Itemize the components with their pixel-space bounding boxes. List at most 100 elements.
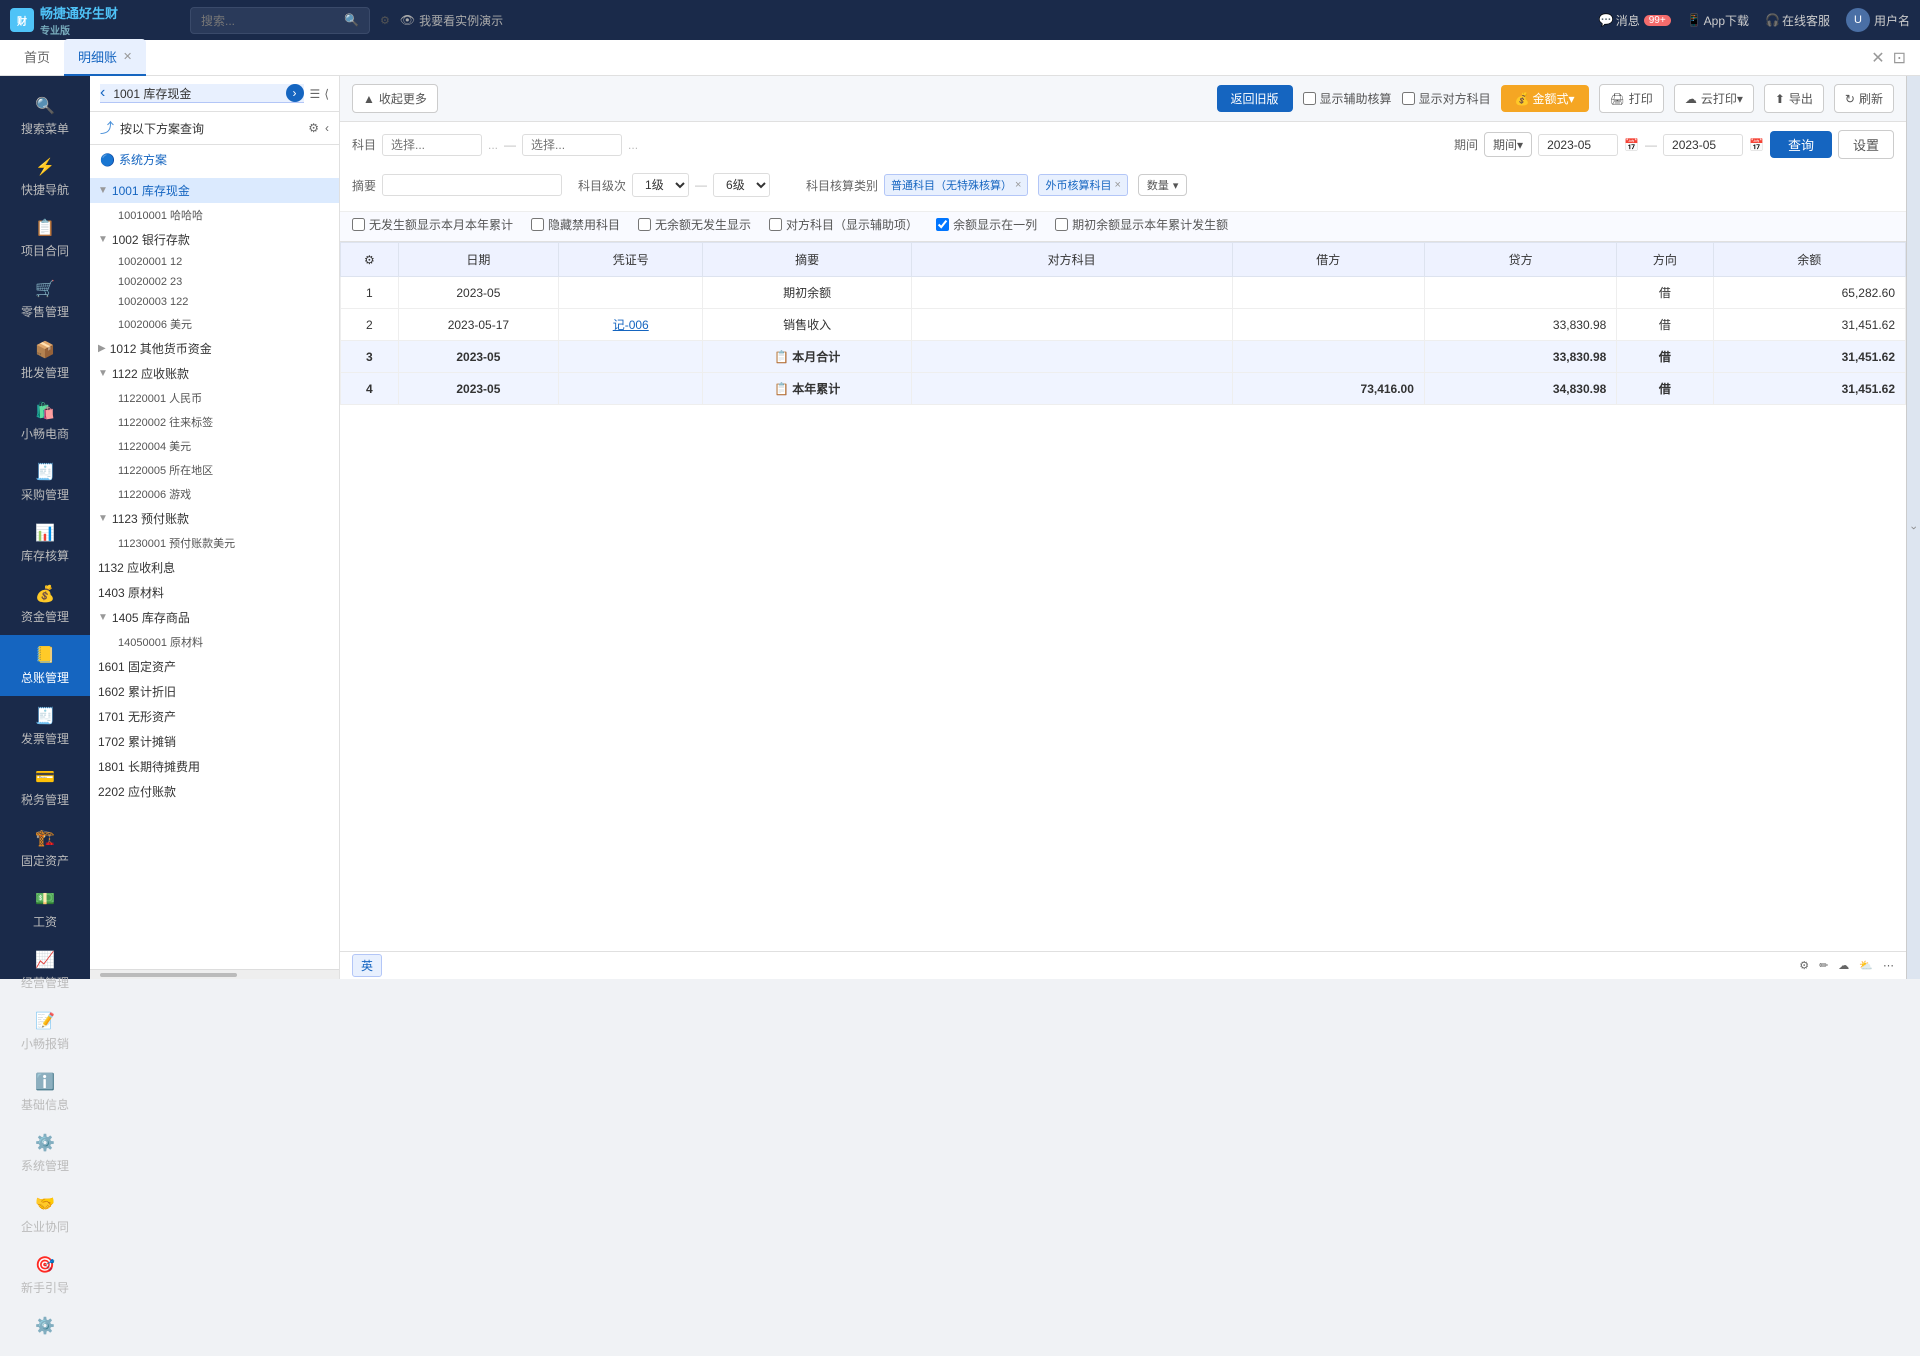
print-btn[interactable]: 🖨 打印 [1599,84,1664,113]
sidebar-item-ecommerce[interactable]: 🛍️ 小畅电商 [0,391,90,452]
online-service-btn[interactable]: 🎧 在线客服 [1765,12,1830,29]
level-to-select[interactable]: 6级 [713,173,770,197]
subject-input2[interactable] [522,134,622,156]
tree-node-1002[interactable]: ▼ 1002 银行存款 [90,227,339,252]
tree-node-1702[interactable]: 1702 累计摊销 [90,729,339,754]
gold-format-btn[interactable]: 💰 金额式▾ [1501,85,1589,112]
period-from-input[interactable] [1538,134,1618,156]
export-btn[interactable]: ⬆ 导出 [1764,84,1824,113]
tree-node-11220005[interactable]: 11220005 所在地区 [90,458,339,482]
window-maximize-btn[interactable]: ⊡ [1889,48,1910,68]
sidebar-item-capital-mgmt[interactable]: 💰 资金管理 [0,574,90,635]
tree-node-11220006[interactable]: 11220006 游戏 [90,482,339,506]
tree-node-1601[interactable]: 1601 固定资产 [90,654,339,679]
show-aux-checkbox[interactable] [1303,92,1316,105]
sidebar-item-new-guide[interactable]: 🎯 新手引导 [0,1245,90,1306]
no-balance2-cb[interactable] [638,218,651,231]
hide-disabled-cb[interactable] [531,218,544,231]
no-balance-cb[interactable] [352,218,365,231]
tree-node-14050001[interactable]: 14050001 原材料 [90,630,339,654]
tree-node-2202[interactable]: 2202 应付账款 [90,779,339,804]
tree-node-1132[interactable]: 1132 应收利息 [90,555,339,580]
refresh-btn[interactable]: ↻ 刷新 [1834,84,1894,113]
notification-btn[interactable]: 💬 消息 99+ [1599,12,1671,29]
bottom-more-icon[interactable]: ⋯ [1883,959,1894,972]
tree-node-1122[interactable]: ▼ 1122 应收账款 [90,361,339,386]
bottom-settings-icon[interactable]: ⚙ [1799,959,1809,972]
tab-detail[interactable]: 明细账 ✕ [64,39,146,76]
demo-link[interactable]: 👁 我要看实例演示 [400,12,503,29]
sidebar-item-tax-mgmt[interactable]: 💳 税务管理 [0,757,90,818]
show-opposite-checkbox[interactable] [1402,92,1415,105]
collapse-more-btn[interactable]: ▲ 收起更多 [352,84,438,113]
tab-home[interactable]: 首页 [10,39,64,76]
voucher-link-2[interactable]: 记-006 [613,318,649,332]
tree-node-1001[interactable]: ▼ 1001 库存现金 [90,178,339,203]
tree-collapse-icon[interactable]: ⟨ [324,87,329,101]
bottom-cloud2-icon[interactable]: ⛅ [1859,959,1873,972]
sidebar-item-purchase-mgmt[interactable]: 🧾 采购管理 [0,452,90,513]
tree-node-1123[interactable]: ▼ 1123 预付账款 [90,506,339,531]
bottom-edit-icon[interactable]: ✏ [1819,959,1828,972]
user-btn[interactable]: U 用户名 [1846,8,1910,32]
quantity-dropdown-btn[interactable]: 数量 ▾ [1138,174,1188,196]
sidebar-item-sales-report[interactable]: 📝 小畅报销 [0,1001,90,1062]
settings-btn[interactable]: 设置 [1838,130,1894,159]
tree-node-11220001[interactable]: 11220001 人民币 [90,386,339,410]
account-nav-next[interactable]: › [286,84,304,102]
cloud-print-btn[interactable]: ☁ 云打印▾ [1674,84,1754,113]
app-download-btn[interactable]: 📱 App下载 [1687,12,1749,29]
tree-node-10020003[interactable]: 10020003 122 [90,292,339,312]
window-close-btn[interactable]: ✕ [1867,48,1888,68]
right-expand-panel[interactable]: › [1906,76,1920,979]
show-cumulative-cb[interactable] [1055,218,1068,231]
tree-node-11220002[interactable]: 11220002 往来标签 [90,410,339,434]
query-settings-icon[interactable]: ⚙ [308,121,319,135]
tree-node-11220004[interactable]: 11220004 美元 [90,434,339,458]
tree-node-1403[interactable]: 1403 原材料 [90,580,339,605]
tab-close-icon[interactable]: ✕ [123,50,132,63]
sidebar-item-project-contract[interactable]: 📋 项目合同 [0,208,90,269]
sidebar-item-retail-mgmt[interactable]: 🛒 零售管理 [0,269,90,330]
sidebar-item-wholesale-mgmt[interactable]: 📦 批发管理 [0,330,90,391]
sidebar-item-operations-mgmt[interactable]: 📈 经营管理 [0,940,90,1001]
subject-input[interactable] [382,134,482,156]
tree-node-1012[interactable]: ▶ 1012 其他货币资金 [90,336,339,361]
account-nav-prev[interactable]: ‹ [100,84,105,102]
sidebar-item-inventory-check[interactable]: 📊 库存核算 [0,513,90,574]
system-scheme-btn[interactable]: 🔵 系统方案 [90,145,339,174]
return-old-btn[interactable]: 返回旧版 [1217,85,1293,112]
sidebar-item-fixed-assets[interactable]: 🏗️ 固定资产 [0,818,90,879]
period-type-btn[interactable]: 期间▾ [1484,132,1532,157]
sidebar-item-enterprise-coop[interactable]: 🤝 企业协同 [0,1184,90,1245]
check-tag-normal-remove[interactable]: × [1015,179,1021,191]
tree-node-1602[interactable]: 1602 累计折旧 [90,679,339,704]
bottom-cloud1-icon[interactable]: ☁ [1838,959,1849,972]
tree-scroll-bar[interactable] [90,969,339,979]
balance-one-col-cb[interactable] [936,218,949,231]
summary-input[interactable] [382,174,562,196]
lang-switch-btn[interactable]: 英 [352,954,382,977]
tree-node-10020001[interactable]: 10020001 12 [90,252,339,272]
check-tag-foreign-remove[interactable]: × [1114,179,1120,191]
settings-icon[interactable]: ⚙ [380,14,390,27]
tree-node-1701[interactable]: 1701 无形资产 [90,704,339,729]
sidebar-item-basic-info[interactable]: ℹ️ 基础信息 [0,1062,90,1123]
sidebar-item-ledger-mgmt[interactable]: 📒 总账管理 [0,635,90,696]
sidebar-item-payroll[interactable]: 💵 工资 [0,879,90,940]
tree-list-icon[interactable]: ☰ [310,87,321,101]
tree-node-10020002[interactable]: 10020002 23 [90,272,339,292]
sidebar-item-system-mgmt[interactable]: ⚙️ 系统管理 [0,1123,90,1184]
tree-node-1801[interactable]: 1801 长期待摊费用 [90,754,339,779]
tree-node-10010001[interactable]: 10010001 哈哈哈 [90,203,339,227]
sidebar-item-settings[interactable]: ⚙️ [31,1306,59,1346]
opposite-cb[interactable] [769,218,782,231]
sidebar-item-invoice-mgmt[interactable]: 🧾 发票管理 [0,696,90,757]
tree-node-11230001[interactable]: 11230001 预付账款美元 [90,531,339,555]
tree-node-10020006[interactable]: 10020006 美元 [90,312,339,336]
query-btn[interactable]: 查询 [1770,131,1832,158]
sidebar-item-search-menu[interactable]: 🔍 搜索菜单 [0,86,90,147]
level-from-select[interactable]: 1级 [632,173,689,197]
tree-node-1405[interactable]: ▼ 1405 库存商品 [90,605,339,630]
query-collapse-icon[interactable]: ‹ [325,121,329,135]
